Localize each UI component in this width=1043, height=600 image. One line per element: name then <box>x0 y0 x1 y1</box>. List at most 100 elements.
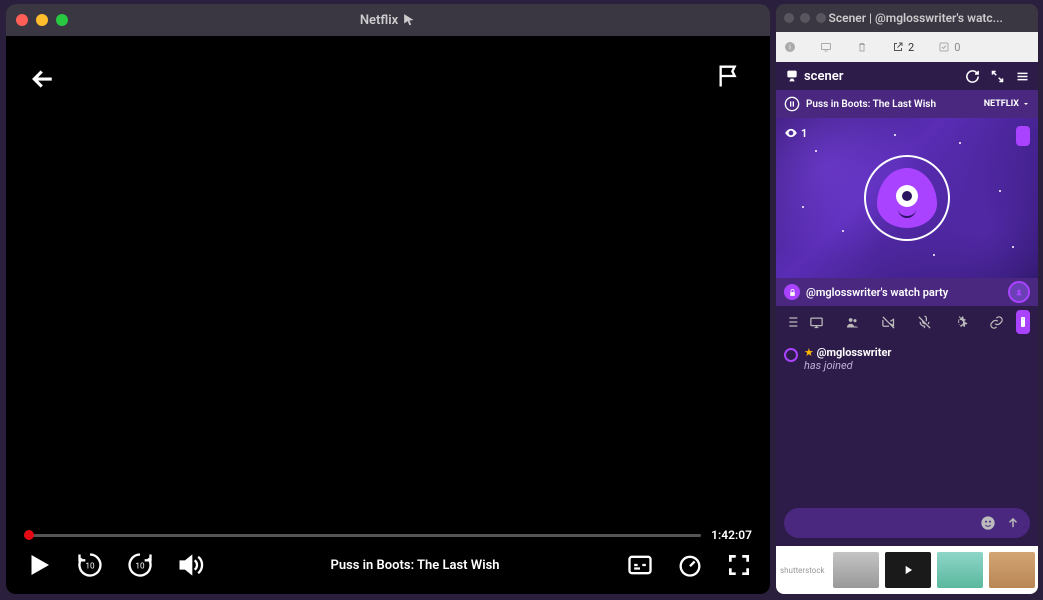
close-window-button[interactable] <box>784 13 794 23</box>
toolbar-center <box>804 310 1008 334</box>
maximize-window-button[interactable] <box>816 13 826 23</box>
duration-text: 1:42:07 <box>711 528 752 542</box>
scener-brand-text: scener <box>804 69 843 84</box>
scener-logo: scener <box>784 68 843 84</box>
scener-logo-icon <box>784 68 800 84</box>
menu-button[interactable] <box>1015 69 1030 84</box>
chat-message: ★ @mglosswriter has joined <box>784 346 1030 372</box>
progress-bar[interactable] <box>24 534 701 537</box>
traffic-lights <box>16 14 68 26</box>
viewer-count-text: 1 <box>801 127 807 140</box>
message-body: ★ @mglosswriter has joined <box>804 346 891 372</box>
remote-button[interactable] <box>1016 310 1030 334</box>
control-buttons: 10 10 Puss in Boots: The Last Wish <box>24 550 752 580</box>
scener-tabbar: i 2 0 <box>776 32 1038 62</box>
chat-area: ★ @mglosswriter has joined <box>776 338 1038 500</box>
speed-button[interactable] <box>676 551 704 579</box>
checkbox-tab[interactable]: 0 <box>938 41 960 54</box>
volume-button[interactable] <box>176 551 204 579</box>
left-controls: 10 10 <box>24 550 204 580</box>
now-playing-title: Puss in Boots: The Last Wish <box>806 99 936 110</box>
popout-tab[interactable]: 2 <box>892 41 914 54</box>
host-avatar-ring <box>864 155 950 241</box>
popout-count: 2 <box>908 41 914 54</box>
fullscreen-button[interactable] <box>726 552 752 578</box>
thumbnails-row: shutterstock <box>776 546 1038 594</box>
scener-window-title: Scener | @mglosswriter's watc... <box>829 11 1003 25</box>
chat-input-area <box>776 500 1038 546</box>
message-avatar <box>784 348 798 362</box>
queue-button[interactable] <box>784 310 800 334</box>
forward-10-button[interactable]: 10 <box>126 551 154 579</box>
display-tab[interactable] <box>820 41 832 53</box>
party-bar: @mglosswriter's watch party <box>776 278 1038 306</box>
now-playing-left: Puss in Boots: The Last Wish <box>784 96 936 112</box>
thumbnail[interactable] <box>937 552 983 588</box>
play-button[interactable] <box>24 550 54 580</box>
chevron-down-icon <box>1022 100 1030 108</box>
chat-input[interactable] <box>784 508 1030 538</box>
eye-icon <box>784 126 798 140</box>
netflix-titlebar: Netflix <box>6 4 770 36</box>
progress-handle[interactable] <box>24 530 34 540</box>
emoji-button[interactable] <box>980 515 996 531</box>
progress-row: 1:42:07 <box>24 528 752 542</box>
watermark: shutterstock <box>780 566 825 575</box>
viewer-count: 1 <box>784 126 807 140</box>
right-controls <box>626 551 752 579</box>
header-icons <box>965 69 1030 84</box>
settings-button[interactable] <box>948 310 972 334</box>
thumbnail[interactable] <box>885 552 931 588</box>
message-username: @mglosswriter <box>817 346 892 359</box>
refresh-button[interactable] <box>965 69 980 84</box>
mic-off-button[interactable] <box>912 310 936 334</box>
party-name-area: @mglosswriter's watch party <box>784 284 948 300</box>
camera-off-button[interactable] <box>876 310 900 334</box>
scener-header: scener <box>776 62 1038 90</box>
expand-button[interactable] <box>990 69 1005 84</box>
host-avatar[interactable] <box>877 168 937 228</box>
back-button[interactable] <box>28 64 58 94</box>
close-window-button[interactable] <box>16 14 28 26</box>
scener-titlebar: Scener | @mglosswriter's watc... <box>776 4 1038 32</box>
pause-icon[interactable] <box>784 96 800 112</box>
scener-window: Scener | @mglosswriter's watc... i 2 0 s… <box>776 4 1038 594</box>
check-count: 0 <box>954 41 960 54</box>
link-button[interactable] <box>984 310 1008 334</box>
screen-button[interactable] <box>804 310 828 334</box>
trash-tab[interactable] <box>856 41 868 53</box>
message-action: has joined <box>804 359 853 372</box>
party-avatar-button[interactable] <box>1008 281 1030 303</box>
svg-text:10: 10 <box>85 561 95 571</box>
scener-traffic-lights <box>784 13 826 23</box>
rewind-10-button[interactable]: 10 <box>76 551 104 579</box>
star-icon: ★ <box>804 346 814 359</box>
service-label: NETFLIX <box>984 99 1019 109</box>
minimize-window-button[interactable] <box>36 14 48 26</box>
now-playing-service[interactable]: NETFLIX <box>984 99 1030 109</box>
netflix-window: Netflix 1:42:07 10 <box>6 4 770 594</box>
video-stage: 1 <box>776 118 1038 278</box>
minimize-window-button[interactable] <box>800 13 810 23</box>
now-playing-bar: Puss in Boots: The Last Wish NETFLIX <box>776 90 1038 118</box>
people-button[interactable] <box>840 310 864 334</box>
party-name-text: @mglosswriter's watch party <box>806 286 948 299</box>
thumbnail[interactable] <box>989 552 1035 588</box>
svg-text:10: 10 <box>135 561 145 571</box>
flag-button[interactable] <box>716 62 744 90</box>
netflix-title-text: Netflix <box>360 13 398 28</box>
player-controls: 1:42:07 10 10 <box>6 528 770 594</box>
movie-title: Puss in Boots: The Last Wish <box>330 558 499 573</box>
send-button[interactable] <box>1006 516 1020 530</box>
netflix-player-body: 1:42:07 10 10 <box>6 36 770 594</box>
cursor-icon <box>402 13 416 27</box>
netflix-window-title: Netflix <box>360 13 416 28</box>
center-controls: Puss in Boots: The Last Wish <box>204 558 626 573</box>
subtitles-button[interactable] <box>626 551 654 579</box>
scener-toolbar <box>776 306 1038 338</box>
svg-text:i: i <box>789 44 791 52</box>
info-tab[interactable]: i <box>784 41 796 53</box>
remote-indicator[interactable] <box>1016 126 1030 146</box>
thumbnail[interactable] <box>833 552 879 588</box>
maximize-window-button[interactable] <box>56 14 68 26</box>
